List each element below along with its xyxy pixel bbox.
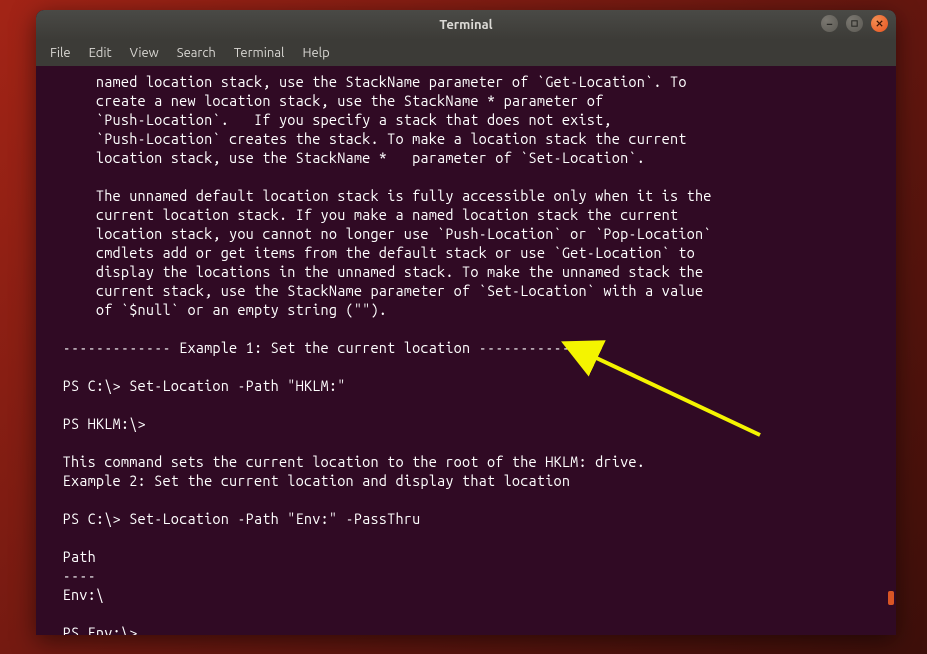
close-button[interactable] [871,15,888,32]
menu-file[interactable]: File [42,43,79,63]
menu-edit[interactable]: Edit [81,43,120,63]
menu-view[interactable]: View [122,43,167,63]
minimize-icon [825,19,834,28]
maximize-icon [850,19,859,28]
menubar: File Edit View Search Terminal Help [36,40,896,66]
minimize-button[interactable] [821,15,838,32]
scrollbar-thumb[interactable] [888,591,894,605]
terminal-body[interactable]: named location stack, use the StackName … [36,66,896,635]
window-controls [821,15,888,32]
menu-help[interactable]: Help [294,43,337,63]
menu-terminal[interactable]: Terminal [226,43,293,63]
titlebar[interactable]: Terminal [36,10,896,40]
close-icon [875,19,884,28]
maximize-button[interactable] [846,15,863,32]
menu-search[interactable]: Search [169,43,224,63]
terminal-output: named location stack, use the StackName … [46,72,886,635]
window-title: Terminal [439,18,492,32]
terminal-window: Terminal File Edit View Search Terminal … [36,10,896,635]
